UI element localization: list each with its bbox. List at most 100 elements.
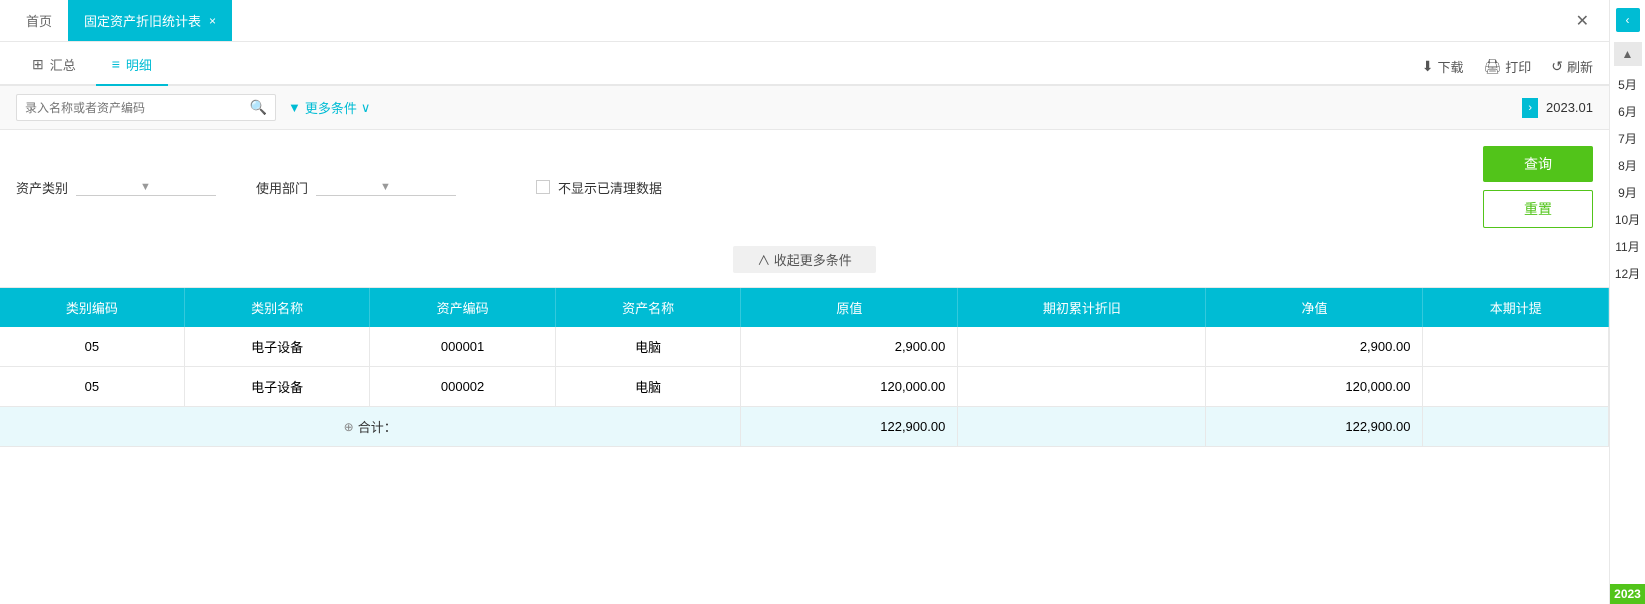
home-tab[interactable]: 首页 xyxy=(10,11,68,30)
table-wrapper: 类别编码 类别名称 资产编码 资产名称 原值 期初累计折旧 净值 本期计提 05… xyxy=(0,288,1609,604)
search-bar: 🔍 ▼ 更多条件 ∨ › 2023.01 xyxy=(0,86,1609,130)
filter-panel: 资产类别 ▼ 使用部门 ▼ 不显示已清理数据 查询 重置 xyxy=(0,130,1609,288)
active-tab-label: 固定资产折旧统计表 xyxy=(84,11,201,30)
download-label: 下载 xyxy=(1437,57,1463,76)
tab-summary-label: 汇总 xyxy=(50,55,76,74)
search-input[interactable] xyxy=(25,101,242,115)
cell-accumulated xyxy=(958,327,1206,367)
right-sidebar: ‹ ▲ 5月 6月 7月 8月 9月 10月 11月 12月 2023 xyxy=(1609,0,1645,604)
month-10[interactable]: 10月 xyxy=(1610,207,1645,232)
tab-close-icon[interactable]: × xyxy=(209,14,216,28)
month-6[interactable]: 6月 xyxy=(1610,99,1645,124)
col-current-provision: 本期计提 xyxy=(1423,288,1609,327)
col-net-value: 净值 xyxy=(1206,288,1423,327)
month-8[interactable]: 8月 xyxy=(1610,153,1645,178)
print-icon: 🖨 xyxy=(1483,58,1501,75)
cell-asset-code: 000002 xyxy=(370,367,556,407)
cell-asset-name: 电脑 xyxy=(555,327,741,367)
month-5[interactable]: 5月 xyxy=(1610,72,1645,97)
print-label: 打印 xyxy=(1505,57,1531,76)
department-arrow: ▼ xyxy=(380,181,391,193)
window-close-button[interactable]: ✕ xyxy=(1556,11,1609,31)
toolbar: ⬇ 下载 🖨 打印 ↺ 刷新 xyxy=(1422,57,1593,84)
total-label-cell: ⊕ 合计： xyxy=(0,407,741,447)
filter-actions: 查询 重置 xyxy=(1483,146,1593,228)
col-category-name: 类别名称 xyxy=(184,288,370,327)
hide-cleared-label: 不显示已清理数据 xyxy=(558,178,662,197)
detail-icon: ≡ xyxy=(112,56,120,72)
collapse-label: ∧ 收起更多条件 xyxy=(733,246,876,273)
reset-button[interactable]: 重置 xyxy=(1483,190,1593,228)
cell-category-code: 05 xyxy=(0,327,184,367)
download-icon: ⬇ xyxy=(1422,58,1434,75)
hide-cleared-checkbox[interactable] xyxy=(536,180,550,194)
col-asset-name: 资产名称 xyxy=(555,288,741,327)
search-input-wrapper: 🔍 xyxy=(16,94,276,121)
tab-summary[interactable]: ⊞ 汇总 xyxy=(16,44,92,86)
total-net-value: 122,900.00 xyxy=(1206,407,1423,447)
tab-list: ⊞ 汇总 ≡ 明细 xyxy=(16,42,168,84)
month-12[interactable]: 12月 xyxy=(1610,261,1645,286)
active-tab[interactable]: 固定资产折旧统计表 × xyxy=(68,0,232,41)
total-original-value: 122,900.00 xyxy=(741,407,958,447)
table-row: 05 电子设备 000001 电脑 2,900.00 2,900.00 xyxy=(0,327,1609,367)
asset-category-field: 资产类别 ▼ xyxy=(16,178,216,197)
total-current-provision xyxy=(1423,407,1609,447)
cell-original-value: 2,900.00 xyxy=(741,327,958,367)
cell-current-provision xyxy=(1423,367,1609,407)
month-7[interactable]: 7月 xyxy=(1610,126,1645,151)
table-header: 类别编码 类别名称 资产编码 资产名称 原值 期初累计折旧 净值 本期计提 xyxy=(0,288,1609,327)
query-button[interactable]: 查询 xyxy=(1483,146,1593,182)
department-select[interactable]: ▼ xyxy=(316,179,456,196)
month-9[interactable]: 9月 xyxy=(1610,180,1645,205)
tab-bar: ⊞ 汇总 ≡ 明细 ⬇ 下载 🖨 打印 ↺ 刷新 xyxy=(0,42,1609,86)
total-label-text: 合计： xyxy=(358,417,397,436)
top-nav: 首页 固定资产折旧统计表 × ✕ xyxy=(0,0,1609,42)
refresh-label: 刷新 xyxy=(1567,57,1593,76)
download-button[interactable]: ⬇ 下载 xyxy=(1422,57,1464,76)
asset-category-arrow: ▼ xyxy=(140,181,151,193)
sidebar-toggle-icon[interactable]: › xyxy=(1522,98,1538,118)
department-label: 使用部门 xyxy=(256,178,308,197)
tab-detail[interactable]: ≡ 明细 xyxy=(96,44,168,86)
print-button[interactable]: 🖨 打印 xyxy=(1483,57,1531,76)
table-row: 05 电子设备 000002 电脑 120,000.00 120,000.00 xyxy=(0,367,1609,407)
refresh-icon: ↺ xyxy=(1551,58,1563,75)
cell-asset-code: 000001 xyxy=(370,327,556,367)
department-field: 使用部门 ▼ xyxy=(256,178,456,197)
cell-category-name: 电子设备 xyxy=(184,367,370,407)
total-row: ⊕ 合计： 122,900.00 122,900.00 xyxy=(0,407,1609,447)
cell-asset-name: 电脑 xyxy=(555,367,741,407)
more-conditions-button[interactable]: ▼ 更多条件 ∨ xyxy=(288,98,370,117)
sidebar-up-arrow[interactable]: ▲ xyxy=(1614,42,1642,66)
cell-net-value: 2,900.00 xyxy=(1206,327,1423,367)
asset-category-select[interactable]: ▼ xyxy=(76,179,216,196)
cell-accumulated xyxy=(958,367,1206,407)
current-date: 2023.01 xyxy=(1546,100,1593,115)
year-badge[interactable]: 2023 xyxy=(1610,584,1645,604)
tab-detail-label: 明细 xyxy=(126,55,152,74)
chevron-down-icon: ∨ xyxy=(361,100,371,116)
collapse-button[interactable]: ∧ 收起更多条件 xyxy=(16,240,1593,279)
summary-icon: ⊞ xyxy=(32,56,44,73)
total-accumulated xyxy=(958,407,1206,447)
table-body: 05 电子设备 000001 电脑 2,900.00 2,900.00 05 电… xyxy=(0,327,1609,447)
cell-net-value: 120,000.00 xyxy=(1206,367,1423,407)
data-table: 类别编码 类别名称 资产编码 资产名称 原值 期初累计折旧 净值 本期计提 05… xyxy=(0,288,1609,447)
filter-icon: ▼ xyxy=(288,100,301,115)
col-original-value: 原值 xyxy=(741,288,958,327)
col-asset-code: 资产编码 xyxy=(370,288,556,327)
cell-current-provision xyxy=(1423,327,1609,367)
refresh-button[interactable]: ↺ 刷新 xyxy=(1551,57,1593,76)
cell-category-code: 05 xyxy=(0,367,184,407)
checkbox-field: 不显示已清理数据 xyxy=(536,178,662,197)
col-accumulated: 期初累计折旧 xyxy=(958,288,1206,327)
col-category-code: 类别编码 xyxy=(0,288,184,327)
search-icon[interactable]: 🔍 xyxy=(250,99,267,116)
month-11[interactable]: 11月 xyxy=(1610,234,1645,259)
filter-row: 资产类别 ▼ 使用部门 ▼ 不显示已清理数据 查询 重置 xyxy=(16,146,1593,228)
cell-original-value: 120,000.00 xyxy=(741,367,958,407)
more-conditions-label: 更多条件 xyxy=(305,98,357,117)
total-icon: ⊕ xyxy=(344,420,354,434)
sidebar-left-arrow[interactable]: ‹ xyxy=(1616,8,1640,32)
